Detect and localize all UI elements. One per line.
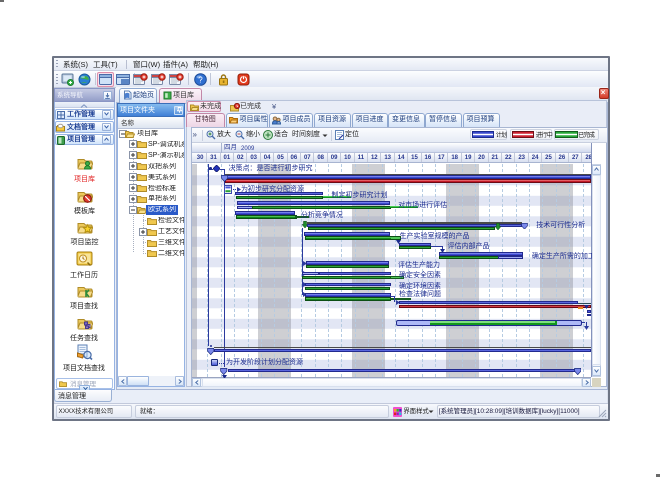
svg-text:?: ?	[198, 76, 203, 85]
